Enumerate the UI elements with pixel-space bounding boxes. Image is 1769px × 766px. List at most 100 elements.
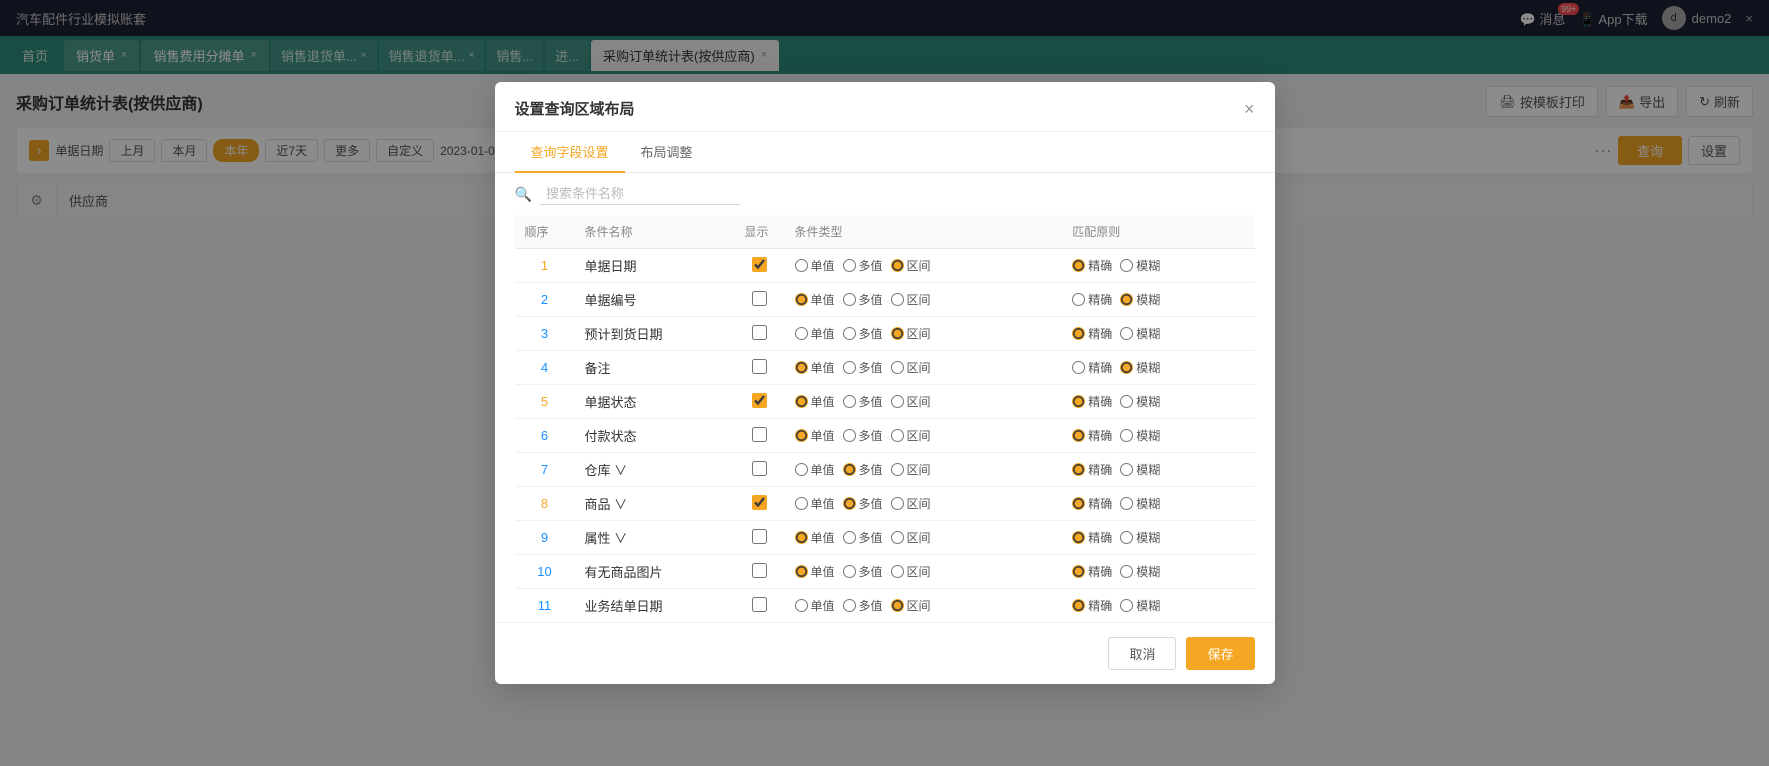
type-radio-option[interactable]: 区间 xyxy=(891,461,931,478)
th-seq: 顺序 xyxy=(515,215,575,249)
seq-num: 6 xyxy=(541,428,548,443)
type-radio-option[interactable]: 单值 xyxy=(795,291,835,308)
match-radio-option[interactable]: 精确 xyxy=(1072,393,1112,410)
match-radio-option[interactable]: 精确 xyxy=(1072,495,1112,512)
type-radio-option[interactable]: 单值 xyxy=(795,563,835,580)
type-radio-option[interactable]: 单值 xyxy=(795,257,835,274)
type-radio-option[interactable]: 单值 xyxy=(795,597,835,614)
type-radio-group: 单值多值区间 xyxy=(795,495,1053,512)
match-radio-option[interactable]: 精确 xyxy=(1072,529,1112,546)
seq-num: 5 xyxy=(541,394,548,409)
show-checkbox[interactable] xyxy=(752,325,767,340)
show-checkbox[interactable] xyxy=(752,427,767,442)
seq-num: 10 xyxy=(537,564,551,579)
show-checkbox[interactable] xyxy=(752,529,767,544)
type-radio-option[interactable]: 单值 xyxy=(795,325,835,342)
type-radio-option[interactable]: 区间 xyxy=(891,325,931,342)
match-radio-option[interactable]: 精确 xyxy=(1072,461,1112,478)
type-radio-option[interactable]: 区间 xyxy=(891,291,931,308)
type-radio-option[interactable]: 多值 xyxy=(843,359,883,376)
search-input[interactable] xyxy=(540,183,740,205)
type-radio-option[interactable]: 区间 xyxy=(891,393,931,410)
type-radio-option[interactable]: 区间 xyxy=(891,427,931,444)
match-radio-option[interactable]: 精确 xyxy=(1072,325,1112,342)
match-radio-group: 精确模糊 xyxy=(1072,291,1244,308)
modal-search-area: 🔍 xyxy=(495,173,1275,215)
match-radio-option[interactable]: 模糊 xyxy=(1120,461,1160,478)
type-radio-option[interactable]: 区间 xyxy=(891,495,931,512)
match-radio-option[interactable]: 模糊 xyxy=(1120,291,1160,308)
modal: 设置查询区域布局 × 查询字段设置 布局调整 🔍 顺序 条件名称 显示 条件类型 xyxy=(495,82,1275,684)
match-radio-option[interactable]: 模糊 xyxy=(1120,359,1160,376)
show-checkbox[interactable] xyxy=(752,495,767,510)
condition-name: 商品 ∨ xyxy=(575,487,735,521)
match-radio-option[interactable]: 模糊 xyxy=(1120,563,1160,580)
show-checkbox[interactable] xyxy=(752,461,767,476)
type-radio-option[interactable]: 单值 xyxy=(795,495,835,512)
show-checkbox[interactable] xyxy=(752,359,767,374)
type-radio-option[interactable]: 多值 xyxy=(843,461,883,478)
match-radio-option[interactable]: 精确 xyxy=(1072,563,1112,580)
type-radio-option[interactable]: 区间 xyxy=(891,563,931,580)
match-radio-group: 精确模糊 xyxy=(1072,325,1244,342)
match-radio-option[interactable]: 模糊 xyxy=(1120,257,1160,274)
type-radio-option[interactable]: 多值 xyxy=(843,529,883,546)
type-radio-option[interactable]: 单值 xyxy=(795,427,835,444)
match-radio-option[interactable]: 精确 xyxy=(1072,291,1112,308)
match-radio-option[interactable]: 精确 xyxy=(1072,359,1112,376)
type-radio-group: 单值多值区间 xyxy=(795,291,1053,308)
show-checkbox[interactable] xyxy=(752,291,767,306)
type-radio-option[interactable]: 区间 xyxy=(891,597,931,614)
type-radio-option[interactable]: 区间 xyxy=(891,359,931,376)
show-checkbox[interactable] xyxy=(752,393,767,408)
show-checkbox[interactable] xyxy=(752,597,767,612)
type-radio-group: 单值多值区间 xyxy=(795,427,1053,444)
tab-query-fields[interactable]: 查询字段设置 xyxy=(515,132,625,173)
table-row: 8商品 ∨单值多值区间精确模糊 xyxy=(515,487,1255,521)
type-radio-option[interactable]: 多值 xyxy=(843,597,883,614)
condition-table: 顺序 条件名称 显示 条件类型 匹配原则 1单据日期单值多值区间精确模糊2单据编… xyxy=(495,215,1275,622)
type-radio-option[interactable]: 区间 xyxy=(891,257,931,274)
type-radio-option[interactable]: 多值 xyxy=(843,495,883,512)
show-checkbox[interactable] xyxy=(752,257,767,272)
seq-num: 1 xyxy=(541,258,548,273)
seq-num: 2 xyxy=(541,292,548,307)
match-radio-option[interactable]: 模糊 xyxy=(1120,529,1160,546)
match-radio-option[interactable]: 模糊 xyxy=(1120,325,1160,342)
match-radio-group: 精确模糊 xyxy=(1072,359,1244,376)
type-radio-option[interactable]: 多值 xyxy=(843,427,883,444)
match-radio-option[interactable]: 模糊 xyxy=(1120,427,1160,444)
match-radio-option[interactable]: 模糊 xyxy=(1120,393,1160,410)
type-radio-option[interactable]: 多值 xyxy=(843,325,883,342)
match-radio-option[interactable]: 精确 xyxy=(1072,597,1112,614)
type-radio-option[interactable]: 单值 xyxy=(795,461,835,478)
match-radio-group: 精确模糊 xyxy=(1072,529,1244,546)
match-radio-group: 精确模糊 xyxy=(1072,563,1244,580)
type-radio-option[interactable]: 多值 xyxy=(843,291,883,308)
type-radio-option[interactable]: 单值 xyxy=(795,359,835,376)
condition-name: 付款状态 xyxy=(575,419,735,453)
type-radio-group: 单值多值区间 xyxy=(795,257,1053,274)
show-checkbox[interactable] xyxy=(752,563,767,578)
cancel-button[interactable]: 取消 xyxy=(1108,637,1176,670)
type-radio-option[interactable]: 区间 xyxy=(891,529,931,546)
table-row: 5单据状态单值多值区间精确模糊 xyxy=(515,385,1255,419)
match-radio-option[interactable]: 模糊 xyxy=(1120,597,1160,614)
match-radio-option[interactable]: 精确 xyxy=(1072,427,1112,444)
match-radio-group: 精确模糊 xyxy=(1072,427,1244,444)
type-radio-option[interactable]: 单值 xyxy=(795,393,835,410)
th-type: 条件类型 xyxy=(785,215,1063,249)
condition-name: 业务结单日期 xyxy=(575,589,735,623)
type-radio-option[interactable]: 多值 xyxy=(843,563,883,580)
modal-close-btn[interactable]: × xyxy=(1244,100,1255,118)
match-radio-option[interactable]: 精确 xyxy=(1072,257,1112,274)
modal-tabs: 查询字段设置 布局调整 xyxy=(495,132,1275,173)
type-radio-option[interactable]: 多值 xyxy=(843,393,883,410)
tab-layout-adjust[interactable]: 布局调整 xyxy=(625,132,709,173)
save-button[interactable]: 保存 xyxy=(1186,637,1254,670)
table-row: 7仓库 ∨单值多值区间精确模糊 xyxy=(515,453,1255,487)
condition-name: 单据日期 xyxy=(575,249,735,283)
type-radio-option[interactable]: 多值 xyxy=(843,257,883,274)
type-radio-option[interactable]: 单值 xyxy=(795,529,835,546)
match-radio-option[interactable]: 模糊 xyxy=(1120,495,1160,512)
